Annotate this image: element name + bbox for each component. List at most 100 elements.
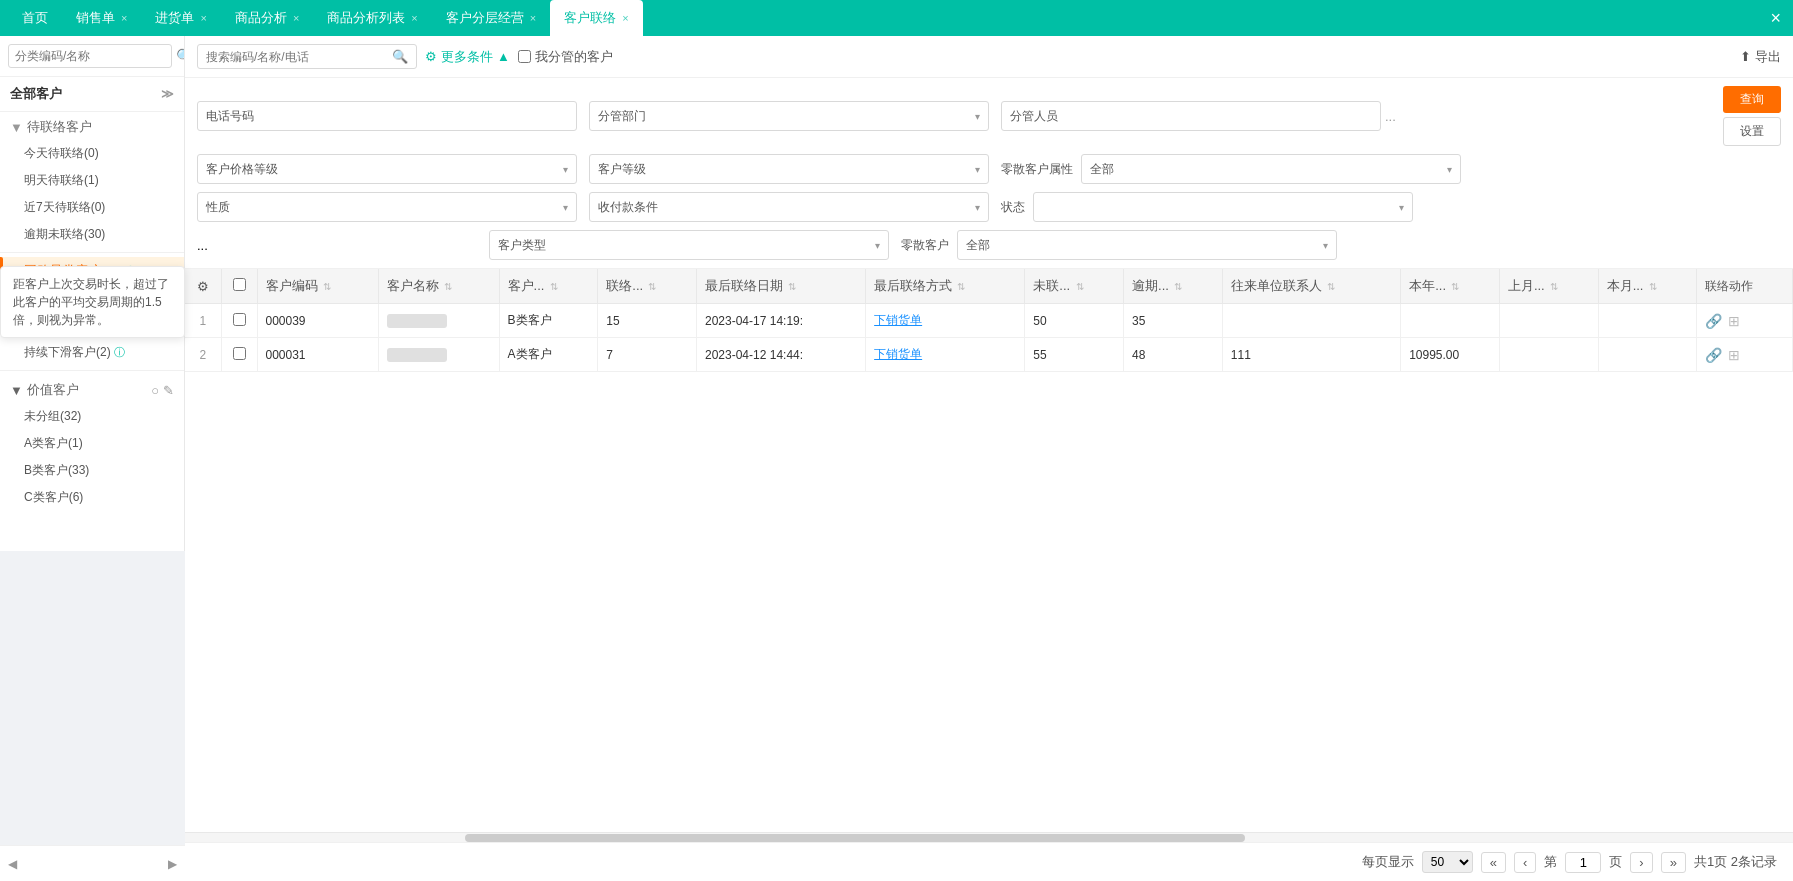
search-input[interactable]	[206, 50, 392, 64]
nav-close-customer-contact[interactable]: ×	[622, 12, 628, 24]
nav-close-product-list[interactable]: ×	[411, 12, 417, 24]
sidebar-item-ungrouped[interactable]: 未分组(32)	[0, 403, 184, 430]
gender-down-arrow: ▾	[563, 202, 568, 213]
edit-icon[interactable]: ✎	[163, 383, 174, 398]
person-dots[interactable]: ...	[1385, 109, 1396, 124]
nav-close-product-analysis[interactable]: ×	[293, 12, 299, 24]
dept-field[interactable]: 分管部门 ▾	[589, 101, 989, 131]
row-checkbox-1	[221, 304, 257, 338]
row-year-1	[1401, 304, 1500, 338]
payment-field[interactable]: 收付款条件 ▾	[589, 192, 989, 222]
row-select-2[interactable]	[233, 347, 246, 360]
my-customers-checkbox[interactable]	[518, 50, 531, 63]
row-method-2[interactable]: 下销货单	[866, 338, 1025, 372]
sidebar-item-overdue[interactable]: 逾期未联络(30)	[0, 221, 184, 248]
uncontacted-sort-icon: ⇅	[1076, 281, 1084, 292]
circle-icon[interactable]: ○	[151, 383, 159, 398]
query-button[interactable]: 查询	[1723, 86, 1781, 113]
row-date-1: 2023-04-17 14:19:	[697, 304, 866, 338]
col-code[interactable]: 客户编码 ⇅	[257, 269, 378, 304]
type-sort-icon: ⇅	[550, 281, 558, 292]
page-label-2: 页	[1609, 853, 1622, 871]
select-all-checkbox[interactable]	[233, 278, 246, 291]
sidebar-prev-arrow[interactable]: ◀	[8, 857, 17, 871]
phone-field[interactable]: 电话号码	[197, 101, 577, 131]
filter-icon: ⚙	[425, 49, 437, 64]
nav-close-sales[interactable]: ×	[121, 12, 127, 24]
gender-field[interactable]: 性质 ▾	[197, 192, 577, 222]
nav-item-home[interactable]: 首页	[8, 0, 62, 36]
more-conditions-btn[interactable]: ⚙ 更多条件 ▲	[425, 48, 510, 66]
close-all-tabs[interactable]: ×	[1770, 8, 1781, 29]
sidebar-item-tomorrow[interactable]: 明天待联络(1)	[0, 167, 184, 194]
grid-action-icon-1[interactable]: ⊞	[1728, 313, 1740, 329]
col-name[interactable]: 客户名称 ⇅	[378, 269, 499, 304]
page-label: 第	[1544, 853, 1557, 871]
nav-item-product-list[interactable]: 商品分析列表 ×	[313, 0, 431, 36]
nav-close-customer-tier[interactable]: ×	[530, 12, 536, 24]
link-action-icon-2[interactable]: 🔗	[1705, 347, 1722, 363]
prev-page-btn[interactable]: ‹	[1514, 852, 1536, 873]
zero-customer-down-arrow: ▾	[1323, 240, 1328, 251]
row-action-1: 🔗 ⊞	[1697, 304, 1793, 338]
sidebar-item-class-a[interactable]: A类客户(1)	[0, 430, 184, 457]
status-field[interactable]: ▾	[1033, 192, 1413, 222]
grid-action-icon-2[interactable]: ⊞	[1728, 347, 1740, 363]
value-group-toggle[interactable]: ▼ 价值客户	[10, 381, 79, 399]
my-customers-checkbox-area: 我分管的客户	[518, 48, 613, 66]
horizontal-scrollbar[interactable]	[185, 832, 1793, 842]
nav-item-sales[interactable]: 销售单 ×	[62, 0, 141, 36]
last-page-btn[interactable]: »	[1661, 852, 1686, 873]
search-icon[interactable]: 🔍	[392, 49, 408, 64]
nav-item-customer-contact[interactable]: 客户联络 ×	[550, 0, 642, 36]
col-settings[interactable]: ⚙	[185, 269, 221, 304]
scrollbar-thumb[interactable]	[465, 834, 1245, 842]
first-page-btn[interactable]: «	[1481, 852, 1506, 873]
col-last-date[interactable]: 最后联络日期 ⇅	[697, 269, 866, 304]
next-page-btn[interactable]: ›	[1630, 852, 1652, 873]
price-level-field[interactable]: 客户价格等级 ▾	[197, 154, 577, 184]
col-this-year[interactable]: 本年... ⇅	[1401, 269, 1500, 304]
last-month-sort-icon: ⇅	[1550, 281, 1558, 292]
link-action-icon-1[interactable]: 🔗	[1705, 313, 1722, 329]
sidebar-all-customers[interactable]: 全部客户 ≫	[0, 77, 184, 112]
row4-dots[interactable]: ...	[197, 238, 208, 253]
col-last-month[interactable]: 上月... ⇅	[1499, 269, 1598, 304]
col-last-method[interactable]: 最后联络方式 ⇅	[866, 269, 1025, 304]
settings-button[interactable]: 设置	[1723, 117, 1781, 146]
row-select-1[interactable]	[233, 313, 246, 326]
person-field[interactable]: 分管人员	[1001, 101, 1381, 131]
nav-item-purchase[interactable]: 进货单 ×	[141, 0, 220, 36]
nav-item-product-analysis[interactable]: 商品分析 ×	[221, 0, 313, 36]
sidebar-item-declining[interactable]: 持续下滑客户(2) ⓘ	[0, 339, 184, 366]
row-method-1[interactable]: 下销货单	[866, 304, 1025, 338]
col-contact-count[interactable]: 联络... ⇅	[598, 269, 697, 304]
nav-item-customer-tier[interactable]: 客户分层经营 ×	[432, 0, 550, 36]
row-this-month-2	[1598, 338, 1697, 372]
sidebar-next-arrow[interactable]: ▶	[168, 857, 177, 871]
sidebar-collapse-icon: ≫	[161, 87, 174, 101]
export-button[interactable]: ⬆ 导出	[1740, 48, 1781, 66]
col-uncontacted[interactable]: 未联... ⇅	[1025, 269, 1124, 304]
sidebar-item-today[interactable]: 今天待联络(0)	[0, 140, 184, 167]
col-contacts[interactable]: 往来单位联系人 ⇅	[1222, 269, 1400, 304]
customer-level-field[interactable]: 客户等级 ▾	[589, 154, 989, 184]
sidebar-search-icon[interactable]: 🔍	[176, 48, 185, 64]
zero-retail-field[interactable]: 全部 ▾	[1081, 154, 1461, 184]
nav-close-purchase[interactable]: ×	[200, 12, 206, 24]
total-records: 共1页 2条记录	[1694, 853, 1777, 871]
col-customer-type[interactable]: 客户... ⇅	[499, 269, 598, 304]
sidebar-search-input[interactable]	[8, 44, 172, 68]
sidebar-item-class-c[interactable]: C类客户(6)	[0, 484, 184, 511]
col-overdue[interactable]: 逾期... ⇅	[1124, 269, 1223, 304]
zero-customer-field[interactable]: 全部 ▾	[957, 230, 1337, 260]
col-this-month[interactable]: 本月... ⇅	[1598, 269, 1697, 304]
sidebar-group-pending[interactable]: ▼ 待联络客户	[0, 112, 184, 140]
export-icon: ⬆	[1740, 49, 1751, 64]
page-input[interactable]	[1565, 852, 1601, 873]
row-num-1: 1	[185, 304, 221, 338]
customer-type-field[interactable]: 客户类型 ▾	[489, 230, 889, 260]
per-page-select[interactable]: 50 100 200	[1422, 851, 1473, 873]
sidebar-item-7days[interactable]: 近7天待联络(0)	[0, 194, 184, 221]
sidebar-item-class-b[interactable]: B类客户(33)	[0, 457, 184, 484]
